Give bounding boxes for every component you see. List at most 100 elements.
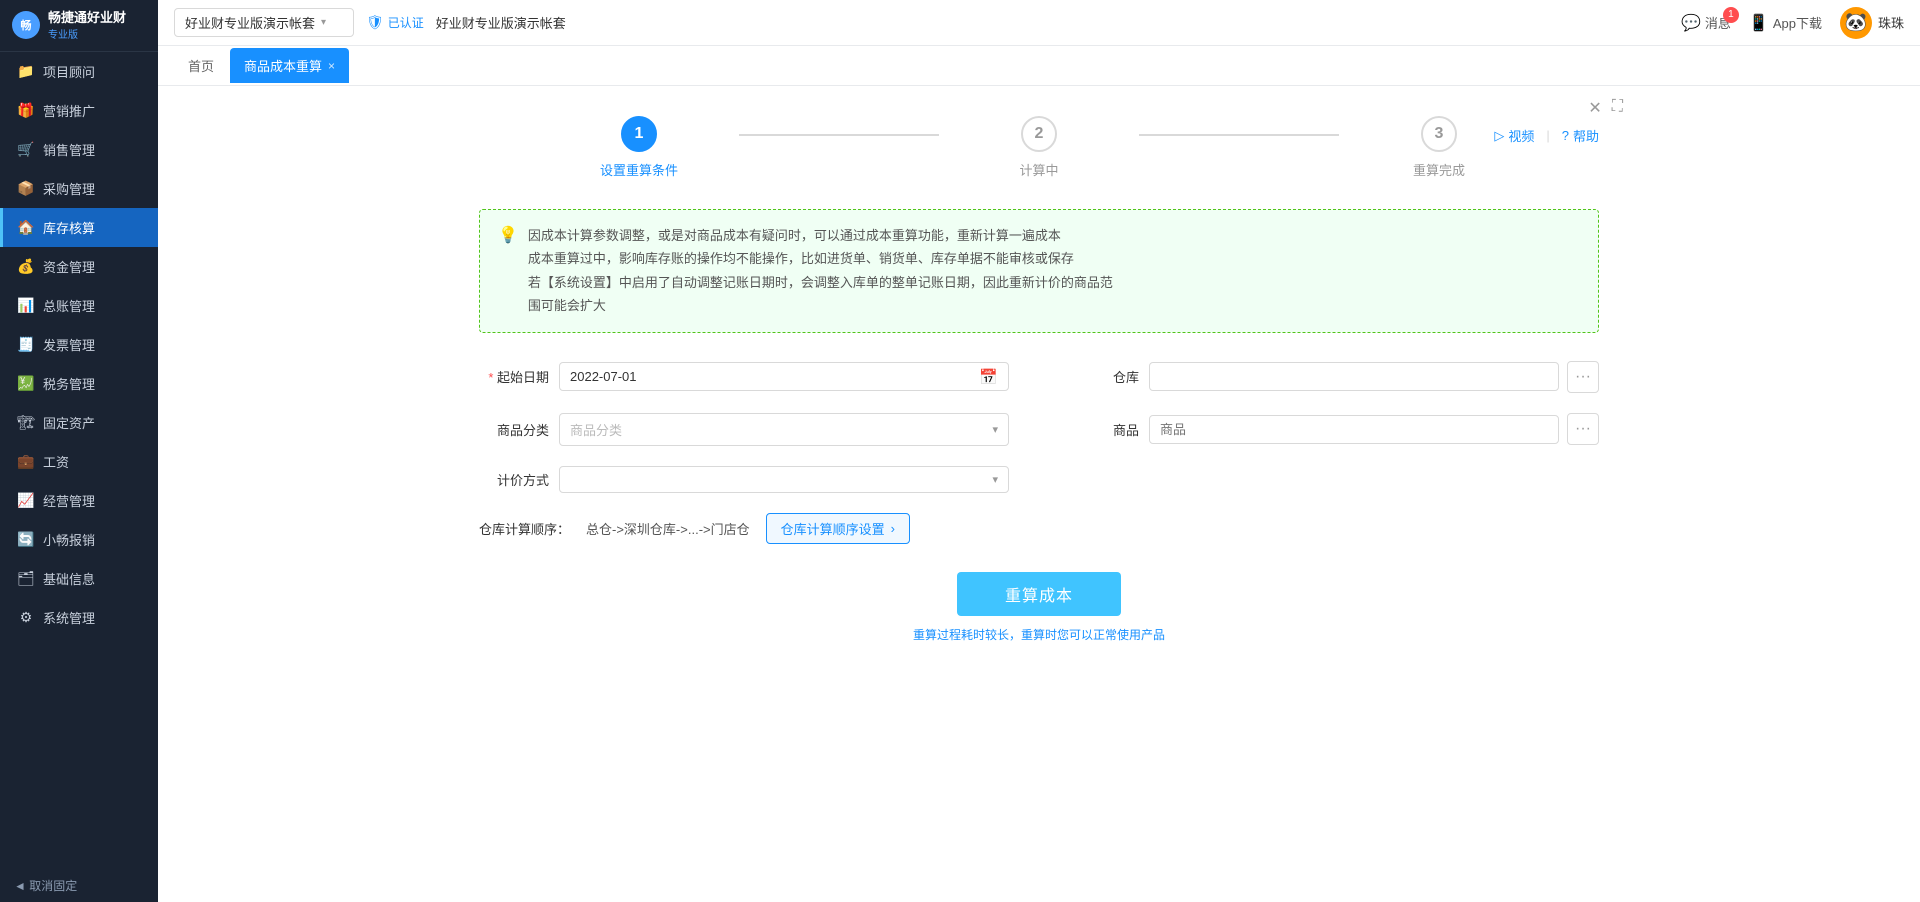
calendar-icon[interactable]: 📅 — [969, 368, 1008, 386]
sidebar-cancel-pin[interactable]: ◄ 取消固定 — [0, 869, 158, 902]
main-area: 好业财专业版演示帐套 ▾ 🛡 已认证 好业财专业版演示帐套 💬 消息 1 📱 A… — [158, 0, 1920, 902]
tabbar: 首页 商品成本重算 × — [158, 46, 1920, 86]
assets-icon: 🏗 — [17, 413, 35, 431]
warehouse-order-row: 仓库计算顺序： 总仓->深圳仓库->...->门店仓 仓库计算顺序设置 › — [479, 513, 1599, 544]
tab-recalculate[interactable]: 商品成本重算 × — [230, 48, 349, 83]
sidebar-item-label: 营销推广 — [43, 101, 95, 120]
warehouse-input-wrapper — [1149, 362, 1559, 391]
sidebar-logo: 畅 — [12, 11, 40, 39]
tax-icon: 💹 — [17, 374, 35, 392]
sidebar-item-system[interactable]: ⚙系统管理 — [0, 598, 158, 637]
warehouse-order-settings-button[interactable]: 仓库计算顺序设置 › — [766, 513, 910, 544]
field-category: 商品分类 商品分类 ▾ — [479, 413, 1009, 446]
tab-home[interactable]: 首页 — [174, 48, 228, 83]
start-date-input[interactable] — [560, 363, 969, 390]
sidebar-item-finance[interactable]: 💰资金管理 — [0, 247, 158, 286]
category-select-arrow: ▾ — [992, 423, 998, 436]
verified-badge: 🛡 已认证 — [366, 14, 424, 31]
sidebar-item-marketing[interactable]: 🎁营销推广 — [0, 91, 158, 130]
step-3-circle: 3 — [1421, 116, 1457, 152]
sidebar: 畅 畅捷通好业财 专业版 📁 项目顾问 🎁营销推广 🛒 销售管理 📦采购管理🏠库存核算💰资… — [0, 0, 158, 902]
warehouse-input[interactable] — [1150, 363, 1558, 390]
goods-more-button[interactable]: ··· — [1567, 413, 1599, 445]
notice-text: 因成本计算参数调整，或是对商品成本有疑问时，可以通过成本重算功能，重新计算一遍成… — [528, 224, 1113, 318]
operations-icon: 📈 — [17, 491, 35, 509]
expand-button[interactable]: ⛶ — [1612, 98, 1623, 118]
sidebar-item-purchase[interactable]: 📦采购管理 — [0, 169, 158, 208]
sidebar-item-label: 项目顾问 — [43, 62, 95, 81]
pricing-select[interactable]: ▾ — [559, 466, 1009, 493]
sidebar-item-label: 基础信息 — [43, 569, 95, 588]
sidebar-item-label: 销售管理 — [43, 140, 95, 159]
sidebar-header: 畅 畅捷通好业财 专业版 — [0, 0, 158, 52]
pricing-label: 计价方式 — [479, 470, 549, 489]
sidebar-item-label: 税务管理 — [43, 374, 95, 393]
payroll-icon: 💼 — [17, 452, 35, 470]
help-link[interactable]: ? 帮助 — [1562, 126, 1599, 145]
sidebar-item-accounting[interactable]: 📊 总账管理 — [0, 286, 158, 325]
chevron-right-icon: › — [891, 521, 895, 536]
username-label: 珠珠 — [1878, 13, 1904, 32]
basicinfo-icon: 🗂 — [17, 569, 35, 587]
form-row-3: 计价方式 ▾ — [479, 466, 1599, 493]
field-goods: 商品 ··· — [1069, 413, 1599, 445]
field-warehouse: 仓库 ··· — [1069, 361, 1599, 393]
goods-input[interactable] — [1150, 416, 1558, 443]
topbar-right: 💬 消息 1 📱 App下载 🐼 珠珠 — [1681, 7, 1904, 39]
sidebar-item-assets[interactable]: 🏗固定资产 — [0, 403, 158, 442]
sidebar-item-label: 小畅报销 — [43, 530, 95, 549]
video-link[interactable]: ▷ 视频 — [1494, 126, 1534, 145]
step-line-1 — [739, 134, 939, 136]
sidebar-item-inventory[interactable]: 🏠库存核算 — [0, 208, 158, 247]
step-line-2 — [1139, 134, 1339, 136]
user-profile[interactable]: 🐼 珠珠 — [1840, 7, 1904, 39]
sidebar-item-basicinfo[interactable]: 🗂 基础信息 — [0, 559, 158, 598]
warehouse-order-value: 总仓->深圳仓库->...->门店仓 — [586, 519, 750, 538]
start-date-label: 起始日期 — [479, 367, 549, 386]
field-pricing: 计价方式 ▾ — [479, 466, 1009, 493]
warehouse-label: 仓库 — [1069, 367, 1139, 386]
sidebar-item-payroll[interactable]: 💼工资 — [0, 442, 158, 481]
form-section: 起始日期 📅 仓库 ··· — [479, 361, 1599, 493]
message-icon: 💬 — [1681, 13, 1701, 33]
sidebar-item-label: 系统管理 — [43, 608, 95, 627]
sidebar-item-expense[interactable]: 🔄小畅报销 — [0, 520, 158, 559]
shield-icon: 🛡 — [366, 14, 384, 31]
sidebar-item-label: 总账管理 — [43, 296, 95, 315]
tab-close-icon[interactable]: × — [328, 59, 335, 73]
sidebar-item-invoice[interactable]: 🧾发票管理 — [0, 325, 158, 364]
category-select-text: 商品分类 — [570, 420, 622, 439]
messages-button[interactable]: 💬 消息 1 — [1681, 13, 1731, 33]
sidebar-item-tax[interactable]: 💹 税务管理 — [0, 364, 158, 403]
content-inner: ✕ ⛶ 1 设置重算条件 2 计算中 3 重算完成 — [439, 86, 1639, 673]
question-icon: ? — [1562, 128, 1569, 143]
project-icon: 📁 — [17, 62, 35, 80]
recalculate-button[interactable]: 重算成本 — [957, 572, 1121, 616]
account-name: 好业财专业版演示帐套 — [185, 13, 315, 32]
help-links: ▷ 视频 | ? 帮助 — [1494, 126, 1599, 145]
stepper: 1 设置重算条件 2 计算中 3 重算完成 ▷ 视频 — [479, 116, 1599, 179]
close-button[interactable]: ✕ — [1588, 98, 1601, 118]
sidebar-nav: 📁 项目顾问 🎁营销推广 🛒 销售管理 📦采购管理🏠库存核算💰资金管理 📊 总账管理 🧾发票管理… — [0, 52, 158, 869]
warehouse-more-button[interactable]: ··· — [1567, 361, 1599, 393]
sidebar-item-sales[interactable]: 🛒 销售管理 — [0, 130, 158, 169]
sidebar-item-project[interactable]: 📁 项目顾问 — [0, 52, 158, 91]
field-start-date: 起始日期 📅 — [479, 362, 1009, 391]
sales-icon: 🛒 — [17, 140, 35, 158]
sidebar-edition: 专业版 — [48, 26, 126, 41]
notice-content: 💡 因成本计算参数调整，或是对商品成本有疑问时，可以通过成本重算功能，重新计算一… — [498, 224, 1580, 318]
sidebar-item-operations[interactable]: 📈经营管理 — [0, 481, 158, 520]
accounting-icon: 📊 — [17, 296, 35, 314]
app-download-button[interactable]: 📱 App下载 — [1749, 13, 1822, 33]
category-select[interactable]: 商品分类 ▾ — [559, 413, 1009, 446]
goods-input-wrapper — [1149, 415, 1559, 444]
sidebar-item-label: 库存核算 — [43, 218, 95, 237]
sidebar-item-label: 发票管理 — [43, 335, 95, 354]
step-2-circle: 2 — [1021, 116, 1057, 152]
account-selector-chevron: ▾ — [321, 17, 326, 28]
step-2-label: 计算中 — [1019, 160, 1058, 179]
start-date-input-wrapper[interactable]: 📅 — [559, 362, 1009, 391]
account-selector[interactable]: 好业财专业版演示帐套 ▾ — [174, 8, 354, 37]
topbar: 好业财专业版演示帐套 ▾ 🛡 已认证 好业财专业版演示帐套 💬 消息 1 📱 A… — [158, 0, 1920, 46]
sidebar-item-label: 资金管理 — [43, 257, 95, 276]
